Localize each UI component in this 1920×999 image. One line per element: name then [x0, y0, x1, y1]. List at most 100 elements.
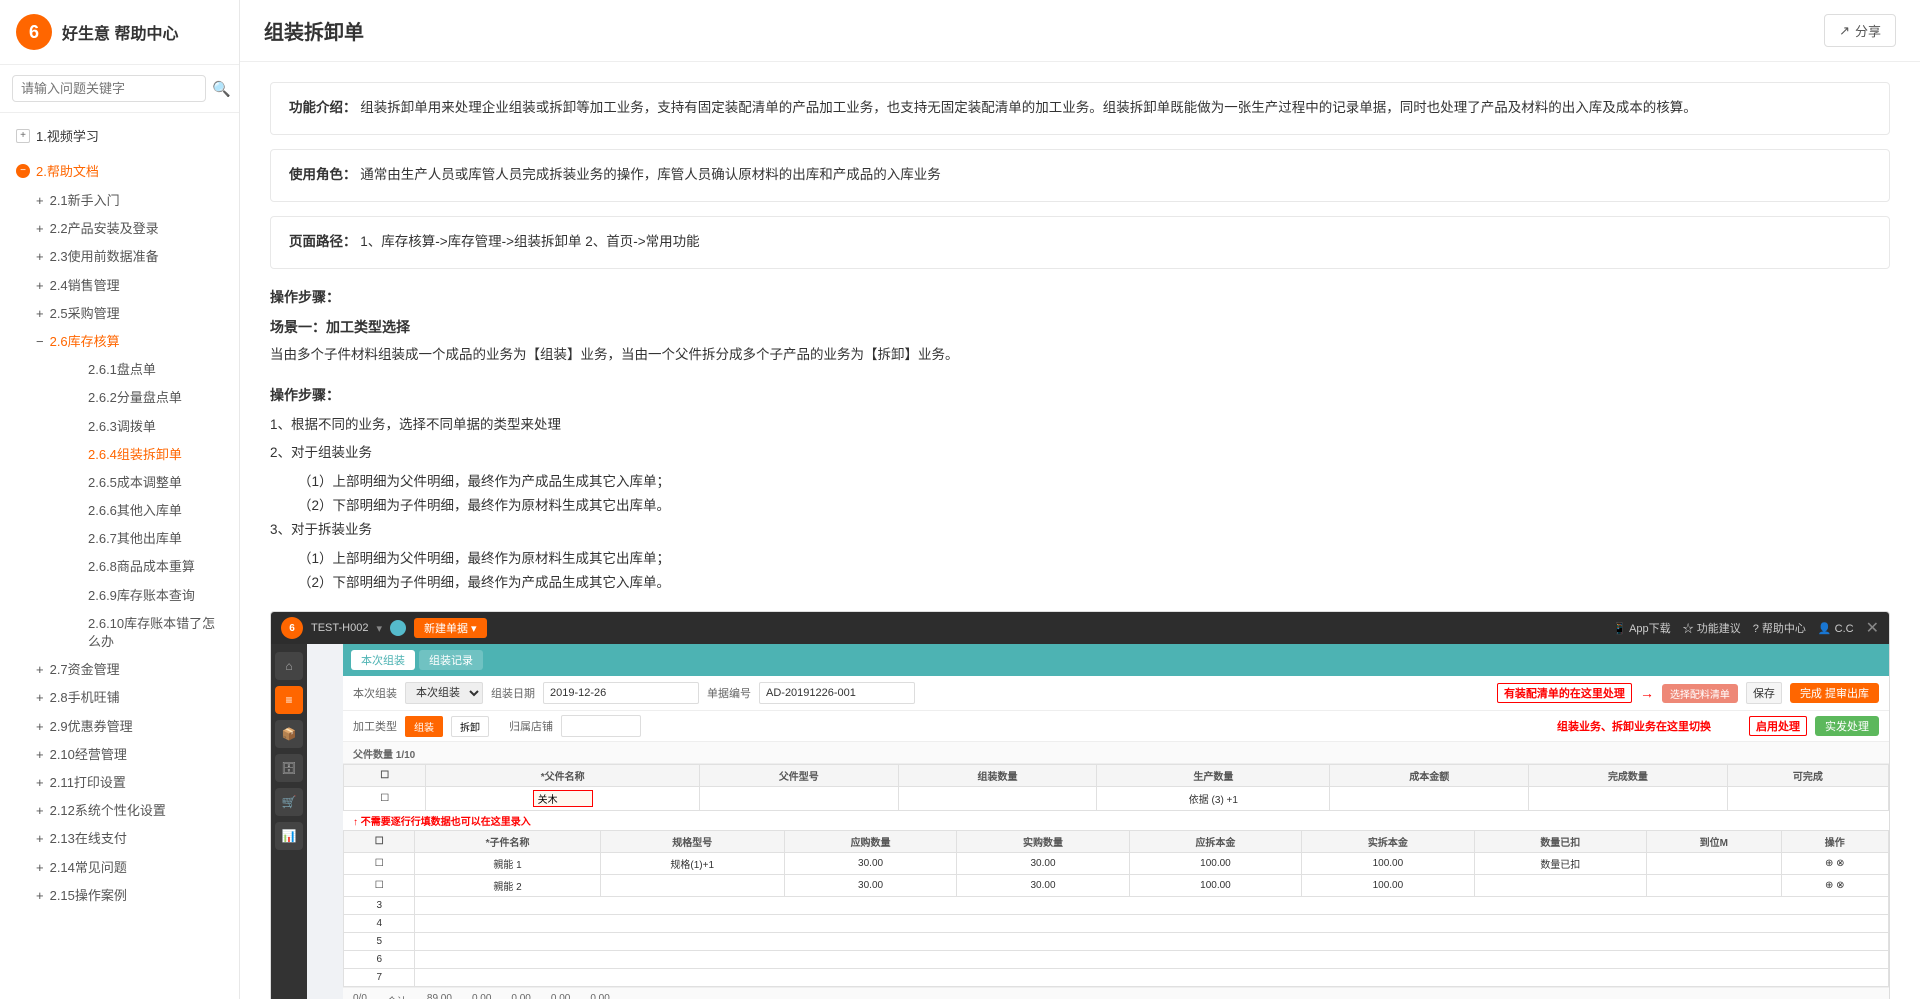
sidebar-item-splitstock[interactable]: 2.6.2分量盘点单 [88, 384, 239, 412]
mock-th-actualcost: 实拆本金 [1302, 831, 1474, 853]
mock-topbar-right: 📱 App下载 ☆ 功能建议 ? 帮助中心 👤 C.C ✕ [1613, 618, 1879, 638]
mock-type-disassemble[interactable]: 拆卸 [451, 716, 489, 737]
sidebar-item-sales[interactable]: + 2.4销售管理 [36, 272, 239, 300]
sidebar-item-faq[interactable]: + 2.14常见问题 [36, 854, 239, 882]
mock-td-parentspec [699, 787, 898, 811]
mock-th-deducted: 数量已扣 [1474, 831, 1646, 853]
mock-bottom-total: 0/0 合计 89.00 0.00 0.00 0.00 0.00 [343, 987, 1889, 999]
mock-td-childname-1: 親能 1 [415, 853, 600, 875]
mock-total-pages: 0/0 [353, 993, 367, 999]
inventory-sub-items: 2.6.1盘点单 2.6.2分量盘点单 2.6.3调拨单 2.6.4组装拆卸单 … [36, 356, 239, 656]
sidebar-item-coupon[interactable]: + 2.9优惠券管理 [36, 713, 239, 741]
mock-td-n-3: 3 [344, 897, 415, 915]
mock-th-cost: 成本金额 [1330, 765, 1529, 787]
mock-total-val2: 0.00 [472, 993, 491, 999]
mock-td-childspec-2 [600, 875, 784, 897]
mock-field-date[interactable] [543, 682, 699, 704]
sidebar-item-mobile[interactable]: + 2.8手机旺铺 [36, 684, 239, 712]
path-block: 页面路径： 1、库存核算->库存管理->组装拆卸单 2、首页->常用功能 [270, 216, 1890, 269]
sidebar-item-video[interactable]: + 1.视频学习 [0, 119, 239, 152]
mock-arrow-bom: → [1640, 685, 1654, 701]
search-button[interactable]: 🔍 [212, 80, 231, 98]
mock-complete-btn[interactable]: 完成 提审出库 [1790, 683, 1879, 703]
mock-th-canfinish: 可完成 [1727, 765, 1888, 787]
sidebar-item-docs[interactable]: − 2.帮助文档 [0, 154, 239, 187]
mock-activate-btn[interactable]: 实发处理 [1815, 716, 1879, 736]
mock-upper-table: ☐ *父件名称 父件型号 组装数量 生产数量 成本金额 完成数量 可完成 [343, 764, 1889, 811]
share-label: 分享 [1855, 21, 1881, 40]
mock-upper-table-wrap: ☐ *父件名称 父件型号 组装数量 生产数量 成本金额 完成数量 可完成 [343, 764, 1889, 811]
sidebar-item-print[interactable]: + 2.11打印设置 [36, 769, 239, 797]
mock-input-parentname[interactable] [533, 790, 593, 807]
mock-td-shouldbuy-1: 30.00 [784, 853, 956, 875]
mock-select-bom-btn[interactable]: 选择配料清单 [1662, 684, 1738, 703]
sidebar-item-onlinepay[interactable]: + 2.13在线支付 [36, 825, 239, 853]
mock-td-checkbox-2: ☐ [344, 875, 415, 897]
mock-topbar-mid: TEST-H002 ▾ 新建单据 ▾ [311, 618, 1605, 638]
step3-sub1: （1）上部明细为父件明细，最终作为原材料生成其它出库单； [270, 547, 1890, 571]
path-text: 1、库存核算->库存管理->组装拆卸单 2、首页->常用功能 [360, 234, 699, 249]
mock-th-childspec: 规格型号 [600, 831, 784, 853]
mock-lower-row-3: 3 [344, 897, 1889, 915]
sidebar-item-ops[interactable]: + 2.10经营管理 [36, 741, 239, 769]
sidebar-item-fund[interactable]: + 2.7资金管理 [36, 656, 239, 684]
sidebar-item-purchase[interactable]: + 2.5采购管理 [36, 300, 239, 328]
mock-subtab-new[interactable]: 本次组装 [351, 650, 415, 670]
mock-save-btn[interactable]: 保存 [1746, 682, 1782, 704]
sidebar-item-otherin[interactable]: 2.6.6其他入库单 [88, 497, 239, 525]
sidebar-item-install[interactable]: + 2.2产品安装及登录 [36, 215, 239, 243]
mock-total-val3: 0.00 [511, 993, 530, 999]
sidebar-item-ledgererr[interactable]: 2.6.10库存账本错了怎么办 [88, 610, 239, 656]
sidebar-item-sysconfig[interactable]: + 2.12系统个性化设置 [36, 797, 239, 825]
mock-td-empty-3 [415, 897, 1889, 915]
mock-td-produceqty: 依据 (3) +1 [1097, 787, 1330, 811]
sidebar-item-ledger[interactable]: 2.6.9库存账本查询 [88, 582, 239, 610]
mock-field-type[interactable]: 本次组装 [405, 682, 483, 704]
sidebar-item-costcalc[interactable]: 2.6.8商品成本重算 [88, 553, 239, 581]
mock-close-icon[interactable]: ✕ [1866, 618, 1879, 638]
sidebar-item-costadj[interactable]: 2.6.5成本调整单 [88, 469, 239, 497]
search-input[interactable] [12, 75, 206, 102]
expand-icon: + [36, 718, 44, 736]
sidebar-item-adjust[interactable]: 2.6.3调拨单 [88, 413, 239, 441]
mock-shop-input[interactable] [561, 715, 641, 737]
expand-icon: + [36, 220, 44, 238]
mock-field-type-label: 本次组装 [353, 685, 397, 701]
mock-th-produceqty: 生产数量 [1097, 765, 1330, 787]
mock-th-shouldbuy: 应购数量 [784, 831, 956, 853]
mock-new-doc-btn[interactable]: 新建单据 ▾ [414, 618, 487, 638]
sidebar-item-assembly[interactable]: 2.6.4组装拆卸单 [88, 441, 239, 469]
main-header: 组装拆卸单 ↗ 分享 [240, 0, 1920, 62]
mock-field-docno[interactable] [759, 682, 915, 704]
scene1-title: 场景一：加工类型选择 [270, 317, 1890, 337]
sidebar-logo: 6 好生意 帮助中心 [0, 0, 239, 65]
role-block: 使用角色： 通常由生产人员或库管人员完成拆装业务的操作，库管人员确认原材料的出库… [270, 149, 1890, 202]
mock-td-n-5: 5 [344, 933, 415, 951]
mock-type-label: 加工类型 [353, 718, 397, 734]
mock-type-assemble[interactable]: 组装 [405, 716, 443, 737]
mock-sidebar-goods: 📦 [275, 720, 303, 748]
step1: 1、根据不同的业务，选择不同单据的类型来处理 [270, 413, 1890, 437]
mock-th-doneqty: 完成数量 [1529, 765, 1728, 787]
mock-td-empty-5 [415, 933, 1889, 951]
sidebar-item-stocktake[interactable]: 2.6.1盘点单 [88, 356, 239, 384]
step3: 3、对于拆装业务 [270, 518, 1890, 542]
sidebar-item-newcomer[interactable]: + 2.1新手入门 [36, 187, 239, 215]
nav-section-video: + 1.视频学习 [0, 119, 239, 152]
sidebar-item-otherout[interactable]: 2.6.7其他出库单 [88, 525, 239, 553]
mock-td-shouldcost-2: 100.00 [1129, 875, 1301, 897]
mock-th-checkbox2: ☐ [344, 831, 415, 853]
sidebar-item-inventory[interactable]: − 2.6库存核算 [36, 328, 239, 356]
content-area: 功能介绍： 组装拆卸单用来处理企业组装或拆卸等加工业务，支持有固定装配清单的产品… [240, 62, 1920, 999]
mock-lower-table: ☐ *子件名称 规格型号 应购数量 实购数量 应拆本金 实拆本金 数量已扣 到位 [343, 830, 1889, 987]
mock-annotation-activate: 启用处理 [1749, 716, 1807, 736]
share-button[interactable]: ↗ 分享 [1824, 14, 1896, 47]
sidebar-item-cases[interactable]: + 2.15操作案例 [36, 882, 239, 910]
mock-subtab-record[interactable]: 组装记录 [419, 650, 483, 670]
mock-logo: 6 [281, 617, 303, 639]
mock-icon1 [390, 620, 406, 636]
collapse-icon: − [36, 333, 44, 351]
role-text: 通常由生产人员或库管人员完成拆装业务的操作，库管人员确认原材料的出库和产成品的入… [360, 167, 941, 182]
expand-icon: + [36, 830, 44, 848]
sidebar-item-dataprep[interactable]: + 2.3使用前数据准备 [36, 243, 239, 271]
